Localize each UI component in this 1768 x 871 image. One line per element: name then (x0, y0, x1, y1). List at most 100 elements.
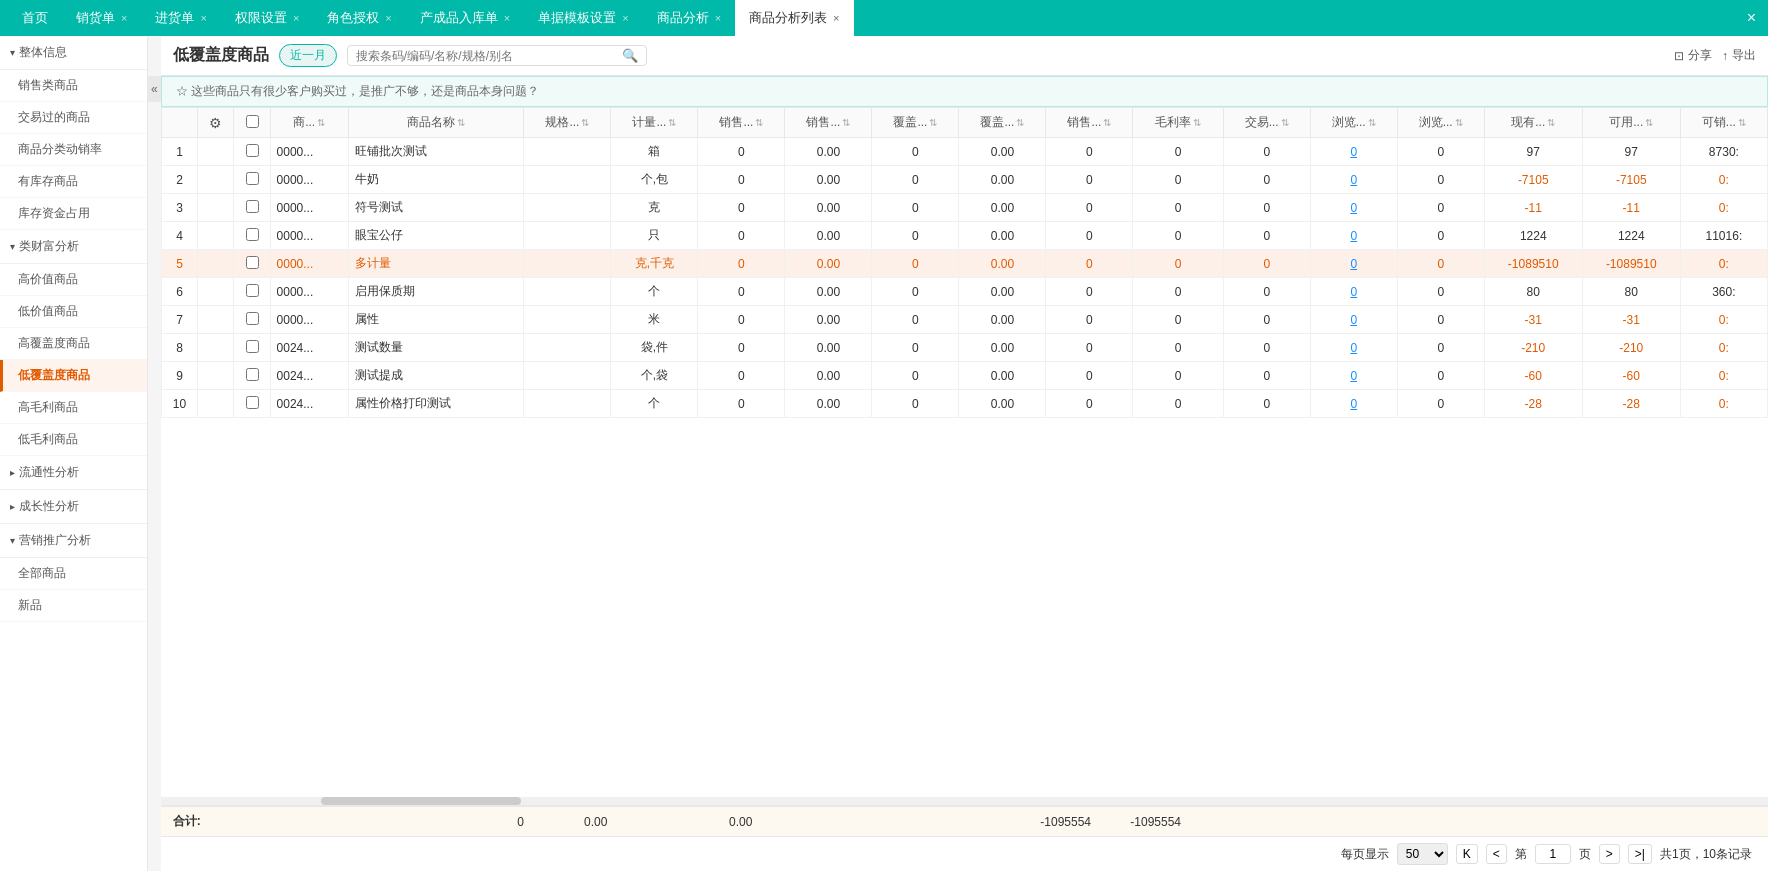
sidebar-section-overall[interactable]: ▾ 整体信息 (0, 36, 147, 70)
sidebar-item-category-rate[interactable]: 商品分类动销率 (0, 134, 147, 166)
row-browse1[interactable]: 0 (1310, 250, 1397, 278)
sidebar-collapse-button[interactable]: « (148, 76, 161, 102)
last-page-button[interactable]: >| (1628, 844, 1652, 864)
sidebar-section-growth[interactable]: ▸ 成长性分析 (0, 490, 147, 524)
row-browse1[interactable]: 0 (1310, 334, 1397, 362)
th-gear[interactable]: ⚙ (198, 108, 234, 138)
current-page-input[interactable] (1535, 844, 1571, 864)
horizontal-scrollbar[interactable] (161, 797, 1768, 805)
sidebar-item-low-margin[interactable]: 低毛利商品 (0, 424, 147, 456)
row-check[interactable] (234, 166, 270, 194)
row-check[interactable] (234, 222, 270, 250)
sidebar-item-sales-products[interactable]: 销售类商品 (0, 70, 147, 102)
sidebar-section-wealth[interactable]: ▾ 类财富分析 (0, 230, 147, 264)
close-sales-tab[interactable]: × (121, 12, 127, 24)
time-filter-button[interactable]: 近一月 (279, 44, 337, 67)
th-unit[interactable]: 计量...⇅ (611, 108, 698, 138)
nav-tab-role[interactable]: 角色授权 × (313, 0, 405, 36)
row-checkbox[interactable] (246, 172, 259, 185)
close-product-analysis-tab[interactable]: × (715, 12, 721, 24)
row-check[interactable] (234, 138, 270, 166)
th-check[interactable] (234, 108, 270, 138)
close-product-stock-tab[interactable]: × (504, 12, 510, 24)
th-sales3[interactable]: 销售...⇅ (1046, 108, 1133, 138)
close-purchase-tab[interactable]: × (200, 12, 206, 24)
th-gross-margin[interactable]: 毛利率⇅ (1133, 108, 1223, 138)
prev-page-button[interactable]: < (1486, 844, 1507, 864)
export-button[interactable]: ↑ 导出 (1722, 47, 1756, 64)
select-all-checkbox[interactable] (246, 115, 259, 128)
sidebar-item-all-products[interactable]: 全部商品 (0, 558, 147, 590)
th-browse1[interactable]: 浏览...⇅ (1310, 108, 1397, 138)
close-template-tab[interactable]: × (622, 12, 628, 24)
row-browse1[interactable]: 0 (1310, 138, 1397, 166)
row-check[interactable] (234, 390, 270, 418)
sidebar-item-high-margin[interactable]: 高毛利商品 (0, 392, 147, 424)
sidebar-item-low-coverage[interactable]: 低覆盖度商品 (0, 360, 147, 392)
th-sales-qty[interactable]: 销售...⇅ (698, 108, 785, 138)
row-checkbox[interactable] (246, 144, 259, 157)
row-checkbox[interactable] (246, 368, 259, 381)
row-checkbox[interactable] (246, 200, 259, 213)
nav-tab-product-analysis[interactable]: 商品分析 × (643, 0, 735, 36)
th-saleable[interactable]: 可销...⇅ (1680, 108, 1767, 138)
row-browse1[interactable]: 0 (1310, 166, 1397, 194)
th-code[interactable]: 商...⇅ (270, 108, 348, 138)
nav-tab-purchase[interactable]: 进货单 × (141, 0, 220, 36)
nav-tab-sales[interactable]: 销货单 × (62, 0, 141, 36)
close-role-tab[interactable]: × (385, 12, 391, 24)
next-page-button[interactable]: > (1599, 844, 1620, 864)
sidebar-section-circulation[interactable]: ▸ 流通性分析 (0, 456, 147, 490)
th-current-stock[interactable]: 现有...⇅ (1484, 108, 1582, 138)
table-container[interactable]: ⚙ 商...⇅ 商品名称⇅ 规格...⇅ 计量...⇅ 销售...⇅ 销售...… (161, 107, 1768, 797)
row-checkbox[interactable] (246, 256, 259, 269)
th-available[interactable]: 可用...⇅ (1582, 108, 1680, 138)
row-browse1[interactable]: 0 (1310, 362, 1397, 390)
th-name[interactable]: 商品名称⇅ (348, 108, 524, 138)
row-check[interactable] (234, 306, 270, 334)
th-cover1[interactable]: 覆盖...⇅ (872, 108, 959, 138)
row-check[interactable] (234, 250, 270, 278)
row-browse1[interactable]: 0 (1310, 278, 1397, 306)
close-product-analysis-list-tab[interactable]: × (833, 12, 839, 24)
row-check[interactable] (234, 194, 270, 222)
row-checkbox[interactable] (246, 284, 259, 297)
first-page-button[interactable]: K (1456, 844, 1478, 864)
share-button[interactable]: ⊡ 分享 (1674, 47, 1712, 64)
row-checkbox[interactable] (246, 396, 259, 409)
th-spec[interactable]: 规格...⇅ (524, 108, 611, 138)
row-check[interactable] (234, 362, 270, 390)
sidebar-section-marketing[interactable]: ▾ 营销推广分析 (0, 524, 147, 558)
row-browse1[interactable]: 0 (1310, 194, 1397, 222)
scrollbar-thumb[interactable] (321, 797, 521, 805)
row-check[interactable] (234, 278, 270, 306)
nav-tab-product-stock[interactable]: 产成品入库单 × (406, 0, 524, 36)
row-checkbox[interactable] (246, 312, 259, 325)
search-input[interactable] (356, 49, 622, 63)
row-browse1[interactable]: 0 (1310, 390, 1397, 418)
nav-tab-permission[interactable]: 权限设置 × (221, 0, 313, 36)
nav-tab-template[interactable]: 单据模板设置 × (524, 0, 642, 36)
row-checkbox[interactable] (246, 228, 259, 241)
page-size-select[interactable]: 50 20 100 (1397, 843, 1448, 865)
sidebar-item-low-value[interactable]: 低价值商品 (0, 296, 147, 328)
sidebar-item-traded-products[interactable]: 交易过的商品 (0, 102, 147, 134)
nav-tab-product-analysis-list[interactable]: 商品分析列表 × (735, 0, 853, 36)
row-check[interactable] (234, 334, 270, 362)
search-icon[interactable]: 🔍 (622, 48, 638, 63)
nav-tab-home[interactable]: 首页 (8, 0, 62, 36)
row-browse1[interactable]: 0 (1310, 222, 1397, 250)
th-cover2[interactable]: 覆盖...⇅ (959, 108, 1046, 138)
row-checkbox[interactable] (246, 340, 259, 353)
sidebar-item-in-stock[interactable]: 有库存商品 (0, 166, 147, 198)
row-browse1[interactable]: 0 (1310, 306, 1397, 334)
sidebar-item-high-coverage[interactable]: 高覆盖度商品 (0, 328, 147, 360)
sidebar-item-high-value[interactable]: 高价值商品 (0, 264, 147, 296)
close-permission-tab[interactable]: × (293, 12, 299, 24)
close-all-tabs[interactable]: × (1747, 9, 1756, 27)
sidebar-item-stock-capital[interactable]: 库存资金占用 (0, 198, 147, 230)
th-trade[interactable]: 交易...⇅ (1223, 108, 1310, 138)
th-browse2[interactable]: 浏览...⇅ (1397, 108, 1484, 138)
th-sales-amt[interactable]: 销售...⇅ (785, 108, 872, 138)
sidebar-item-new-products[interactable]: 新品 (0, 590, 147, 622)
